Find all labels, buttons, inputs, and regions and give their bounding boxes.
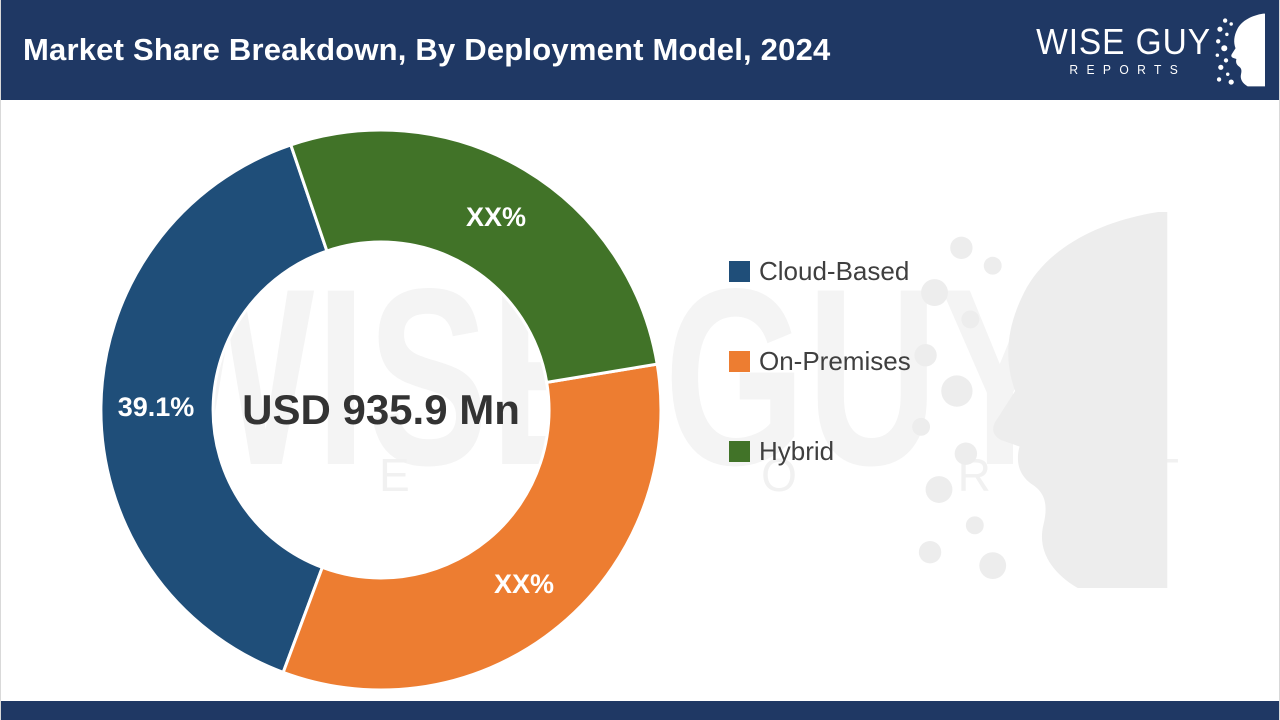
donut-slice-hybrid — [288, 128, 659, 385]
donut-center-value: USD 935.9 Mn — [242, 386, 520, 433]
logo-brand-sub: REPORTS — [1069, 61, 1187, 77]
slice-value-label-on-premises: XX% — [494, 569, 554, 599]
logo-brand-name: WISE GUY — [1036, 20, 1211, 62]
slice-value-label-hybrid: XX% — [466, 202, 526, 232]
wise-guy-logo: WISE GUY REPORTS — [1023, 8, 1265, 92]
chart-legend: Cloud-Based On-Premises Hybrid — [729, 257, 911, 465]
legend-label-hybrid: Hybrid — [759, 436, 835, 466]
legend-label-on-premises: On-Premises — [759, 346, 911, 376]
legend-item-cloud-based: Cloud-Based — [729, 257, 911, 285]
legend-label-cloud-based: Cloud-Based — [759, 256, 910, 286]
legend-item-on-premises: On-Premises — [729, 347, 911, 375]
footer-bar — [1, 701, 1279, 720]
header-bar: Market Share Breakdown, By Deployment Mo… — [1, 0, 1279, 100]
infographic-page: Market Share Breakdown, By Deployment Mo… — [0, 0, 1280, 720]
donut-chart: 39.1% XX% XX% — [99, 128, 663, 692]
legend-item-hybrid: Hybrid — [729, 437, 911, 465]
legend-swatch-cloud-based — [729, 260, 750, 282]
legend-swatch-on-premises — [729, 350, 750, 372]
head-profile-dots-icon — [1215, 13, 1265, 87]
legend-swatch-hybrid — [729, 440, 750, 462]
page-title: Market Share Breakdown, By Deployment Mo… — [23, 32, 831, 67]
